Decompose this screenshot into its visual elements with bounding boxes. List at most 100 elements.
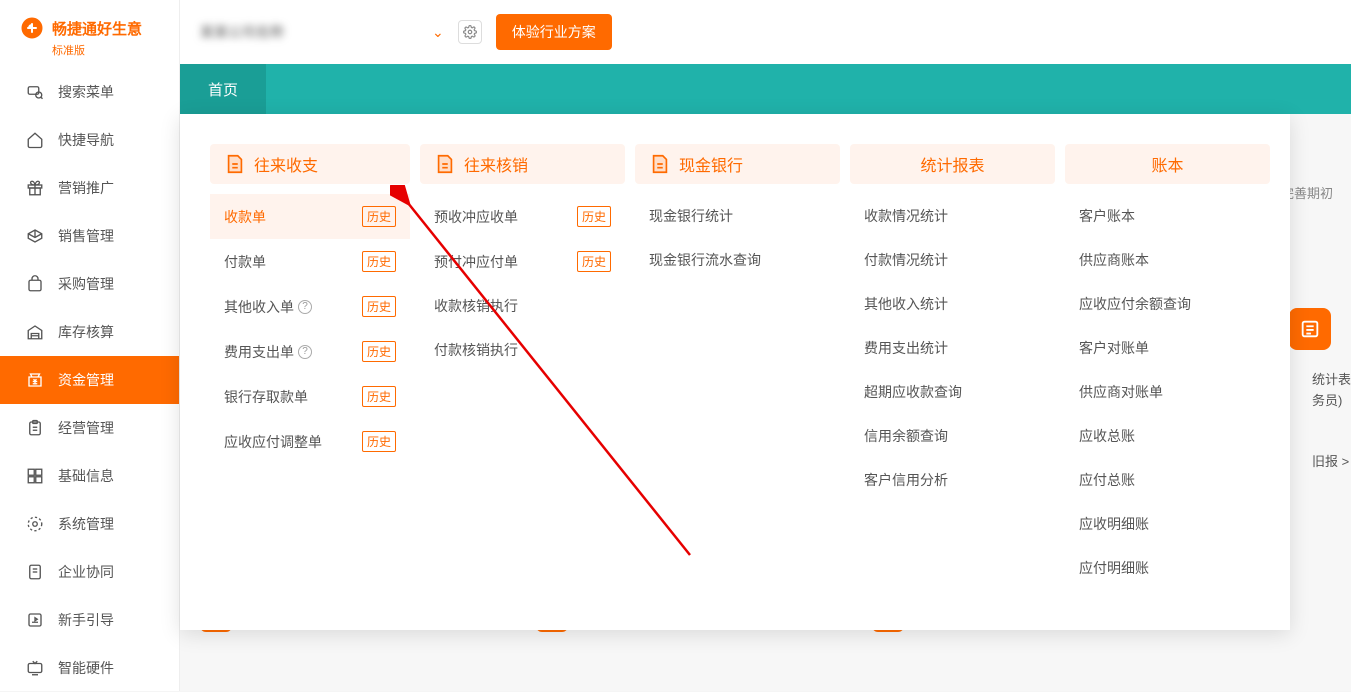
mega-item[interactable]: 应收总账 (1065, 414, 1270, 458)
mega-item-label: 应付总账 (1079, 470, 1135, 490)
industry-plan-button[interactable]: 体验行业方案 (496, 14, 612, 50)
mega-item[interactable]: 客户信用分析 (850, 458, 1055, 502)
nav-item-8[interactable]: 基础信息 (0, 452, 179, 500)
nav-item-3[interactable]: 销售管理 (0, 212, 179, 260)
mega-item-label: 客户信用分析 (864, 470, 948, 490)
nav-item-label: 快捷导航 (58, 130, 114, 150)
mega-column-0: 往来收支收款单历史付款单历史其他收入单?历史费用支出单?历史银行存取款单历史应收… (210, 144, 410, 590)
mega-column-3: 统计报表收款情况统计付款情况统计其他收入统计费用支出统计超期应收款查询信用余额查… (850, 144, 1055, 590)
mega-item[interactable]: 收款单历史 (210, 194, 410, 239)
cart-icon (26, 227, 44, 245)
mega-item[interactable]: 应收应付调整单 历史 (210, 419, 410, 464)
nav-item-label: 系统管理 (58, 514, 114, 534)
mega-item-label: 超期应收款查询 (864, 382, 962, 402)
nav-item-11[interactable]: 新手引导 (0, 596, 179, 644)
nav-item-5[interactable]: 库存核算 (0, 308, 179, 356)
mega-item-list: 现金银行统计现金银行流水查询 (635, 194, 840, 282)
mega-item[interactable]: 应收明细账 (1065, 502, 1270, 546)
home-icon (26, 131, 44, 149)
mega-item[interactable]: 供应商账本 (1065, 238, 1270, 282)
mega-item-label: 预收冲应收单 (434, 207, 518, 227)
nav-item-label: 采购管理 (58, 274, 114, 294)
help-icon[interactable]: ? (298, 345, 312, 359)
history-tag[interactable]: 历史 (362, 341, 396, 362)
history-tag[interactable]: 历史 (362, 386, 396, 407)
nav-item-10[interactable]: 企业协同 (0, 548, 179, 596)
nav-item-label: 基础信息 (58, 466, 114, 486)
history-tag[interactable]: 历史 (362, 206, 396, 227)
gear-icon[interactable] (458, 20, 482, 44)
mega-item[interactable]: 其他收入单?历史 (210, 284, 410, 329)
mega-item-label: 应收应付调整单 (224, 432, 322, 452)
nav-item-9[interactable]: 系统管理 (0, 500, 179, 548)
gift-icon (26, 179, 44, 197)
chevron-down-icon[interactable]: ⌄ (432, 24, 444, 41)
nav-item-1[interactable]: 快捷导航 (0, 116, 179, 164)
mega-item-label: 应收应付余额查询 (1079, 294, 1191, 314)
mega-item-label: 现金银行流水查询 (649, 250, 761, 270)
mega-item[interactable]: 付款核销执行 (420, 328, 625, 372)
mega-header: 往来收支 (210, 144, 410, 184)
mega-menu: 往来收支收款单历史付款单历史其他收入单?历史费用支出单?历史银行存取款单历史应收… (180, 114, 1290, 630)
mega-item[interactable]: 费用支出单?历史 (210, 329, 410, 374)
mega-item[interactable]: 收款情况统计 (850, 194, 1055, 238)
nav-item-4[interactable]: 采购管理 (0, 260, 179, 308)
nav-item-label: 销售管理 (58, 226, 114, 246)
mega-item[interactable]: 客户账本 (1065, 194, 1270, 238)
mega-item[interactable]: 客户对账单 (1065, 326, 1270, 370)
nav-item-2[interactable]: 营销推广 (0, 164, 179, 212)
mega-item[interactable]: 信用余额查询 (850, 414, 1055, 458)
floating-action-button[interactable] (1289, 308, 1331, 350)
mega-item[interactable]: 预付冲应付单 历史 (420, 239, 625, 284)
mega-item-label: 收款情况统计 (864, 206, 948, 226)
mega-column-1: 往来核销预收冲应收单历史预付冲应付单历史收款核销执行付款核销执行 (420, 144, 625, 590)
mega-item[interactable]: 应付明细账 (1065, 546, 1270, 590)
settings-icon (26, 515, 44, 533)
help-icon[interactable]: ? (298, 300, 312, 314)
mega-item-list: 收款单历史付款单历史其他收入单?历史费用支出单?历史银行存取款单历史应收应付调整… (210, 194, 410, 464)
mega-item-list: 预收冲应收单历史预付冲应付单历史收款核销执行付款核销执行 (420, 194, 625, 372)
mega-header: 账本 (1065, 144, 1270, 184)
mega-item[interactable]: 收款核销执行 (420, 284, 625, 328)
nav-item-0[interactable]: 搜索菜单 (0, 68, 179, 116)
logo-subtitle: 标准版 (52, 42, 159, 58)
history-tag[interactable]: 历史 (362, 251, 396, 272)
mega-column-2: 现金银行现金银行统计现金银行流水查询 (635, 144, 840, 590)
nav-item-12[interactable]: 智能硬件 (0, 644, 179, 692)
history-tag[interactable]: 历史 (577, 206, 611, 227)
document-icon (434, 153, 456, 175)
nav-item-label: 搜索菜单 (58, 82, 114, 102)
warehouse-icon (26, 323, 44, 341)
mega-item[interactable]: 超期应收款查询 (850, 370, 1055, 414)
mega-item[interactable]: 银行存取款单历史 (210, 374, 410, 419)
bg-right-hints: 完善期初 (1281, 180, 1351, 209)
mega-item[interactable]: 现金银行流水查询 (635, 238, 840, 282)
mega-item-label: 收款核销执行 (434, 296, 518, 316)
mega-item[interactable]: 其他收入统计 (850, 282, 1055, 326)
mega-item-label: 供应商账本 (1079, 250, 1149, 270)
company-selector[interactable]: 某某公司名称 (200, 22, 284, 42)
mega-header-text: 现金银行 (679, 152, 743, 176)
mega-item[interactable]: 预收冲应收单 历史 (420, 194, 625, 239)
tab-home[interactable]: 首页 (180, 64, 266, 114)
mega-item[interactable]: 应收应付余额查询 (1065, 282, 1270, 326)
nav-item-7[interactable]: 经营管理 (0, 404, 179, 452)
history-tag[interactable]: 历史 (362, 296, 396, 317)
history-tag[interactable]: 历史 (362, 431, 396, 452)
nav-item-label: 新手引导 (58, 610, 114, 630)
nav-item-label: 企业协同 (58, 562, 114, 582)
mega-item[interactable]: 供应商对账单 (1065, 370, 1270, 414)
mega-item-label: 现金银行统计 (649, 206, 733, 226)
mega-item-list: 收款情况统计付款情况统计其他收入统计费用支出统计超期应收款查询信用余额查询客户信… (850, 194, 1055, 502)
mega-item[interactable]: 应付总账 (1065, 458, 1270, 502)
mega-item-label: 应收明细账 (1079, 514, 1149, 534)
mega-item-label: 应付明细账 (1079, 558, 1149, 578)
mega-item[interactable]: 费用支出统计 (850, 326, 1055, 370)
mega-item[interactable]: 现金银行统计 (635, 194, 840, 238)
hint-line: 完善期初 (1281, 180, 1351, 209)
mega-item-label: 预付冲应付单 (434, 252, 518, 272)
mega-item[interactable]: 付款单历史 (210, 239, 410, 284)
nav-item-6[interactable]: 资金管理 (0, 356, 179, 404)
mega-item[interactable]: 付款情况统计 (850, 238, 1055, 282)
history-tag[interactable]: 历史 (577, 251, 611, 272)
